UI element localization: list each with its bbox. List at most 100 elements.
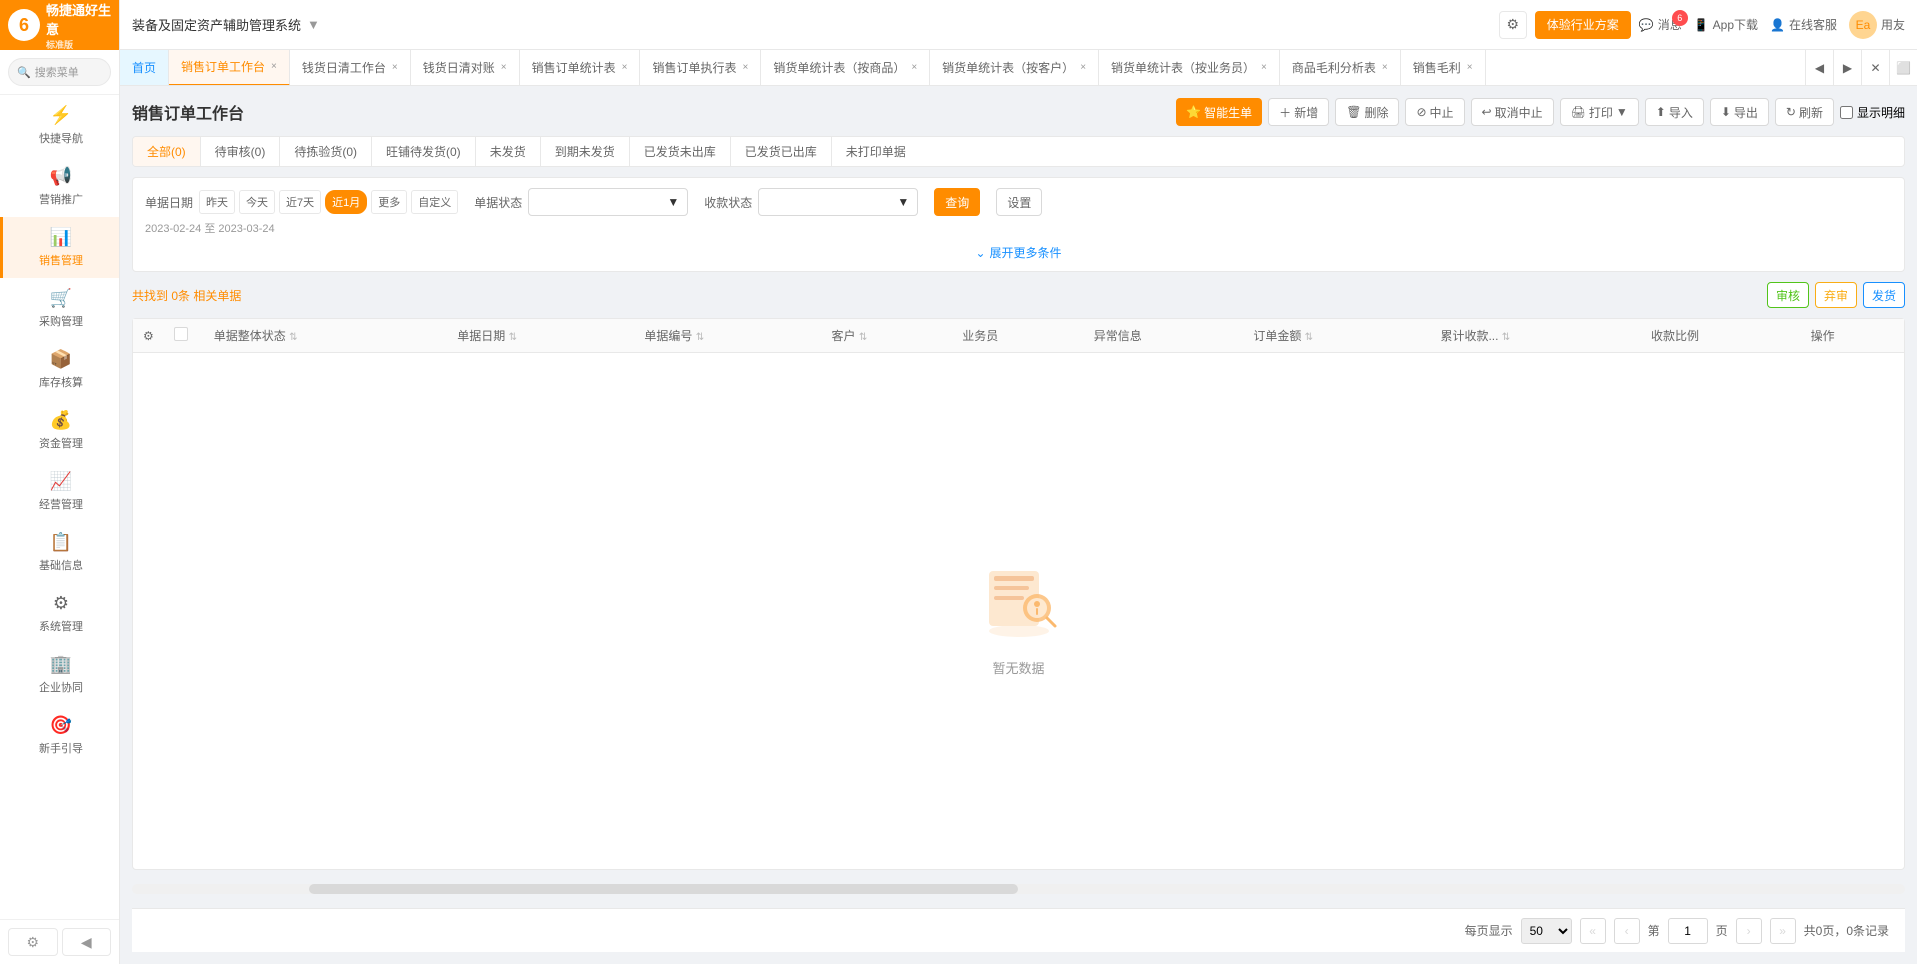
horizontal-scrollbar[interactable]: [132, 884, 1905, 894]
pagination-next-btn[interactable]: ›: [1736, 918, 1762, 944]
tab-close-sales-stats-staff[interactable]: ×: [1261, 62, 1267, 73]
tab-close-sales-exec[interactable]: ×: [742, 62, 748, 73]
subtab-not-printed[interactable]: 未打印单据: [832, 137, 920, 166]
show-detail-checkbox[interactable]: [1840, 106, 1853, 119]
audit-btn[interactable]: 审核: [1767, 282, 1809, 308]
date-option-custom[interactable]: 自定义: [411, 190, 458, 214]
sidebar-item-marketing[interactable]: 📢营销推广: [0, 156, 119, 217]
sidebar-item-system[interactable]: ⚙系统管理: [0, 583, 119, 644]
tab-sales-stats[interactable]: 销售订单统计表×: [520, 50, 641, 86]
subtab-pending-review[interactable]: 待审核(0): [201, 137, 281, 166]
topbar-settings-btn[interactable]: ⚙: [1499, 11, 1527, 39]
tab-close-sales-stats-customer[interactable]: ×: [1080, 62, 1086, 73]
tab-sales-workbench[interactable]: 销售订单工作台×: [169, 50, 290, 86]
cancel-stop-btn[interactable]: ↩ 取消中止: [1471, 98, 1554, 126]
date-option-last7[interactable]: 近7天: [279, 190, 321, 214]
subtab-shipped-not-out[interactable]: 已发货未出库: [630, 137, 731, 166]
tab-product-margin[interactable]: 商品毛利分析表×: [1280, 50, 1401, 86]
th-status[interactable]: 单据整体状态 ⇅: [204, 319, 447, 353]
user-area[interactable]: Ea 用友: [1849, 11, 1905, 39]
collapse-btn[interactable]: ◀: [62, 928, 112, 956]
expand-filter-btn[interactable]: ⌄ 展开更多条件: [975, 244, 1061, 261]
th-number[interactable]: 单据编号 ⇅: [634, 319, 821, 353]
refresh-btn[interactable]: ↻ 刷新: [1775, 98, 1834, 126]
select-all-checkbox[interactable]: [174, 327, 188, 341]
search-menu-button[interactable]: 🔍 搜索菜单: [8, 58, 111, 86]
th-customer[interactable]: 客户 ⇅: [821, 319, 952, 353]
unaudit-btn[interactable]: 弃审: [1815, 282, 1857, 308]
subtab-wangpu-pending[interactable]: 旺铺待发货(0): [372, 137, 476, 166]
page-input[interactable]: [1668, 918, 1708, 944]
tab-close-all-btn[interactable]: ✕: [1861, 50, 1889, 86]
tab-close-product-margin[interactable]: ×: [1382, 62, 1388, 73]
filter-settings-btn[interactable]: 设置: [996, 188, 1042, 216]
smart-order-btn[interactable]: ⭐ 智能生单: [1176, 98, 1262, 126]
tab-cash-reconcile[interactable]: 钱货日清对账×: [411, 50, 520, 86]
date-option-more[interactable]: 更多: [371, 190, 407, 214]
add-btn[interactable]: ＋ 新增: [1268, 98, 1329, 126]
import-icon: ⬆: [1656, 105, 1666, 119]
sidebar-label-finance: 资金管理: [39, 435, 83, 451]
pagination-last-btn[interactable]: »: [1770, 918, 1796, 944]
status-select[interactable]: ▼: [528, 188, 688, 216]
th-date[interactable]: 单据日期 ⇅: [447, 319, 634, 353]
tab-next-btn[interactable]: ▶: [1833, 50, 1861, 86]
sidebar-item-enterprise[interactable]: 🏢企业协同: [0, 644, 119, 705]
sidebar-item-newbie[interactable]: 🎯新手引导: [0, 705, 119, 766]
app-download-btn[interactable]: 📱 App下载: [1694, 16, 1758, 33]
tab-home[interactable]: 首页: [120, 50, 169, 86]
message-btn[interactable]: 💬 消息 6: [1639, 16, 1682, 33]
solution-btn[interactable]: 体验行业方案: [1535, 11, 1631, 39]
delete-btn[interactable]: 🗑 删除: [1335, 98, 1399, 126]
tab-close-sales-workbench[interactable]: ×: [271, 61, 277, 72]
tab-prev-btn[interactable]: ◀: [1805, 50, 1833, 86]
tab-close-sales-stats[interactable]: ×: [622, 62, 628, 73]
th-collected[interactable]: 累计收款... ⇅: [1430, 319, 1641, 353]
tab-sales-stats-customer[interactable]: 销货单统计表（按客户）×: [930, 50, 1099, 86]
sidebar-item-finance[interactable]: 💰资金管理: [0, 400, 119, 461]
online-service-btn[interactable]: 👤 在线客服: [1770, 16, 1837, 33]
payment-select[interactable]: ▼: [758, 188, 918, 216]
subtab-expired-not-shipped[interactable]: 到期未发货: [541, 137, 630, 166]
subtab-not-shipped[interactable]: 未发货: [476, 137, 541, 166]
sidebar-item-purchase[interactable]: 🛒采购管理: [0, 278, 119, 339]
query-btn[interactable]: 查询: [934, 188, 980, 216]
print-btn[interactable]: 🖨 打印 ▼: [1560, 98, 1639, 126]
subtab-pending-inspection[interactable]: 待拣验货(0): [280, 137, 372, 166]
send-btn[interactable]: 发货: [1863, 282, 1905, 308]
export-btn[interactable]: ⬇ 导出: [1710, 98, 1769, 126]
per-page-select[interactable]: 102050100: [1521, 918, 1572, 944]
settings-icon-btn[interactable]: ⚙: [8, 928, 58, 956]
sidebar-item-basic[interactable]: 📋基础信息: [0, 522, 119, 583]
sidebar-item-inventory[interactable]: 📦库存核算: [0, 339, 119, 400]
pagination-prev-btn[interactable]: ‹: [1614, 918, 1640, 944]
settings-icon[interactable]: ⚙: [143, 329, 154, 343]
th-amount[interactable]: 订单金额 ⇅: [1243, 319, 1430, 353]
date-option-yesterday[interactable]: 昨天: [199, 190, 235, 214]
subtab-shipped-out[interactable]: 已发货已出库: [731, 137, 832, 166]
subtab-all[interactable]: 全部(0): [133, 137, 201, 166]
tab-sales-gross[interactable]: 销售毛利×: [1401, 50, 1486, 86]
data-table: ⚙ 单据整体状态 ⇅ 单据日期 ⇅: [133, 319, 1904, 353]
message-icon: 💬: [1639, 18, 1654, 32]
stop-btn[interactable]: ⊘ 中止: [1405, 98, 1464, 126]
tab-maximize-btn[interactable]: ⬜: [1889, 50, 1917, 86]
tab-close-cash-daily[interactable]: ×: [392, 62, 398, 73]
date-option-today[interactable]: 今天: [239, 190, 275, 214]
tab-sales-exec[interactable]: 销售订单执行表×: [640, 50, 761, 86]
show-detail-label[interactable]: 显示明细: [1840, 104, 1905, 121]
date-option-last1month[interactable]: 近1月: [325, 190, 367, 214]
sidebar-item-operation[interactable]: 📈经营管理: [0, 461, 119, 522]
pagination-first-btn[interactable]: «: [1580, 918, 1606, 944]
tab-cash-daily[interactable]: 钱货日清工作台×: [290, 50, 411, 86]
tab-sales-stats-staff[interactable]: 销货单统计表（按业务员）×: [1099, 50, 1280, 86]
tab-close-cash-reconcile[interactable]: ×: [501, 62, 507, 73]
tab-close-sales-stats-product[interactable]: ×: [911, 62, 917, 73]
dropdown-arrow[interactable]: ▼: [307, 17, 320, 32]
scroll-thumb[interactable]: [309, 884, 1018, 894]
sidebar-item-sales[interactable]: 📊销售管理: [0, 217, 119, 278]
import-btn[interactable]: ⬆ 导入: [1645, 98, 1704, 126]
tab-sales-stats-product[interactable]: 销货单统计表（按商品）×: [761, 50, 930, 86]
tab-close-sales-gross[interactable]: ×: [1467, 62, 1473, 73]
sidebar-item-quick-nav[interactable]: ⚡快捷导航: [0, 95, 119, 156]
